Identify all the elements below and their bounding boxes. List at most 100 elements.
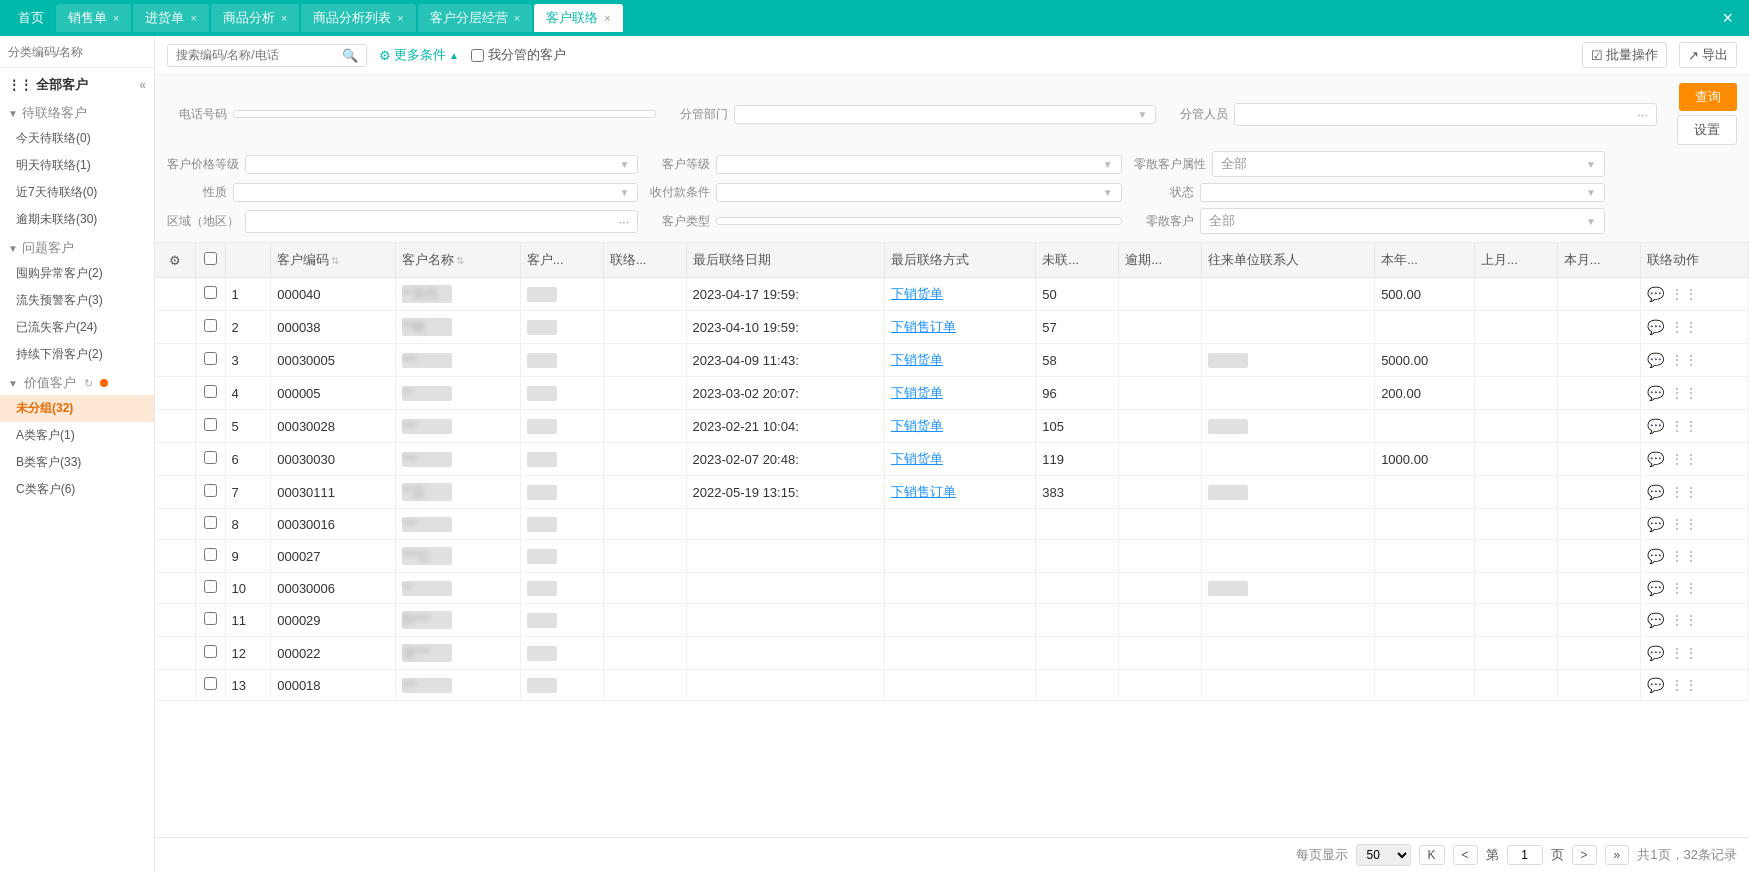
row-checkbox[interactable] <box>195 443 225 476</box>
price-level-input[interactable]: ▼ <box>245 155 638 174</box>
comment-icon[interactable]: 💬 <box>1647 451 1664 467</box>
row-checkbox[interactable] <box>195 637 225 670</box>
search-icon[interactable]: 🔍 <box>342 48 358 63</box>
row-last-method[interactable]: 下销货单 <box>884 410 1035 443</box>
gear-col-header[interactable]: ⚙ <box>155 243 195 278</box>
row-last-method[interactable]: 下销货单 <box>884 443 1035 476</box>
nav-home[interactable]: 首页 <box>8 9 54 27</box>
grid-action-icon[interactable]: ⋮⋮ <box>1670 352 1698 368</box>
row-select-checkbox[interactable] <box>204 385 217 398</box>
all-customers-header[interactable]: ⋮⋮ 全部客户 « <box>0 68 154 98</box>
comment-icon[interactable]: 💬 <box>1647 548 1664 564</box>
no-contact-col-header[interactable]: 未联... <box>1036 243 1119 278</box>
payment-input[interactable]: ▼ <box>716 183 1121 202</box>
row-last-method[interactable]: 下销货单 <box>884 377 1035 410</box>
comment-icon[interactable]: 💬 <box>1647 319 1664 335</box>
sidebar-item-7days[interactable]: 近7天待联络(0) <box>0 179 154 206</box>
row-checkbox[interactable] <box>195 410 225 443</box>
close-tab-analysis[interactable]: × <box>281 12 287 24</box>
code-col-header[interactable]: 客户编码 ⇅ <box>271 243 396 278</box>
last-month-col-header[interactable]: 上月... <box>1474 243 1557 278</box>
comment-icon[interactable]: 💬 <box>1647 418 1664 434</box>
first-page-button[interactable]: K <box>1419 845 1445 865</box>
comment-icon[interactable]: 💬 <box>1647 286 1664 302</box>
nav-tab-customer-mgr[interactable]: 客户分层经营 × <box>418 4 532 32</box>
comment-icon[interactable]: 💬 <box>1647 516 1664 532</box>
my-customers-check[interactable] <box>471 49 484 62</box>
export-button[interactable]: ↗ 导出 <box>1679 42 1737 68</box>
person-input[interactable]: ··· <box>1234 103 1657 126</box>
row-last-method[interactable]: 下销货单 <box>884 344 1035 377</box>
sidebar-collapse-icon[interactable]: « <box>139 78 146 92</box>
comment-icon[interactable]: 💬 <box>1647 352 1664 368</box>
sidebar-item-overdue[interactable]: 逾期未联络(30) <box>0 206 154 233</box>
last-date-col-header[interactable]: 最后联络日期 <box>686 243 884 278</box>
close-tab-purchase[interactable]: × <box>190 12 196 24</box>
sidebar-item-churn-warning[interactable]: 流失预警客户(3) <box>0 287 154 314</box>
checkbox-col-header[interactable] <box>195 243 225 278</box>
comment-icon[interactable]: 💬 <box>1647 677 1664 693</box>
row-select-checkbox[interactable] <box>204 516 217 529</box>
my-customers-checkbox[interactable]: 我分管的客户 <box>471 46 566 64</box>
row-select-checkbox[interactable] <box>204 418 217 431</box>
retail-customer-input[interactable]: 全部▼ <box>1200 208 1605 234</box>
grid-action-icon[interactable]: ⋮⋮ <box>1670 319 1698 335</box>
row-select-checkbox[interactable] <box>204 451 217 464</box>
close-tab-sales[interactable]: × <box>113 12 119 24</box>
page-number-input[interactable] <box>1507 845 1543 865</box>
retail-attr-input[interactable]: 全部▼ <box>1212 151 1605 177</box>
comment-icon[interactable]: 💬 <box>1647 385 1664 401</box>
more-icon2[interactable]: ··· <box>618 214 629 229</box>
row-select-checkbox[interactable] <box>204 612 217 625</box>
row-checkbox[interactable] <box>195 311 225 344</box>
refresh-icon[interactable]: ↻ <box>84 377 93 390</box>
contact-col-header[interactable]: 联络... <box>603 243 686 278</box>
grid-action-icon[interactable]: ⋮⋮ <box>1670 548 1698 564</box>
comment-icon[interactable]: 💬 <box>1647 580 1664 596</box>
customer-type-input[interactable] <box>716 217 1121 225</box>
close-tab-customer-mgr[interactable]: × <box>514 12 520 24</box>
status-input[interactable]: ▼ <box>1200 183 1605 202</box>
sidebar-item-b-class[interactable]: B类客户(33) <box>0 449 154 476</box>
row-checkbox[interactable] <box>195 509 225 540</box>
row-last-method[interactable] <box>884 604 1035 637</box>
sidebar-item-today[interactable]: 今天待联络(0) <box>0 125 154 152</box>
row-last-method[interactable] <box>884 573 1035 604</box>
contacts-col-header[interactable]: 往来单位联系人 <box>1202 243 1375 278</box>
sidebar-item-churned[interactable]: 已流失客户(24) <box>0 314 154 341</box>
grid-action-icon[interactable]: ⋮⋮ <box>1670 286 1698 302</box>
comment-icon[interactable]: 💬 <box>1647 645 1664 661</box>
this-month-col-header[interactable]: 本月... <box>1557 243 1640 278</box>
sidebar-item-tomorrow[interactable]: 明天待联络(1) <box>0 152 154 179</box>
nav-tab-sales[interactable]: 销售单 × <box>56 4 131 32</box>
select-all-checkbox[interactable] <box>204 252 217 265</box>
sidebar-item-c-class[interactable]: C类客户(6) <box>0 476 154 503</box>
row-checkbox[interactable] <box>195 278 225 311</box>
search-box[interactable]: 🔍 <box>167 44 367 67</box>
grid-action-icon[interactable]: ⋮⋮ <box>1670 677 1698 693</box>
search-input[interactable] <box>176 48 338 62</box>
nature-input[interactable]: ▼ <box>233 183 638 202</box>
type-col-header[interactable]: 客户... <box>520 243 603 278</box>
comment-icon[interactable]: 💬 <box>1647 484 1664 500</box>
next-page-button[interactable]: > <box>1572 845 1597 865</box>
window-close-button[interactable]: × <box>1714 8 1741 29</box>
row-last-method[interactable] <box>884 637 1035 670</box>
nav-tab-analysis[interactable]: 商品分析 × <box>211 4 299 32</box>
batch-ops-button[interactable]: ☑ 批量操作 <box>1582 42 1667 68</box>
grid-action-icon[interactable]: ⋮⋮ <box>1670 418 1698 434</box>
last-page-button[interactable]: » <box>1605 845 1630 865</box>
phone-input[interactable] <box>233 110 656 118</box>
sidebar-item-ungrouped[interactable]: 未分组(32) <box>0 395 154 422</box>
row-checkbox[interactable] <box>195 604 225 637</box>
group-problem-customers[interactable]: ▼ 问题客户 <box>0 233 154 260</box>
reset-button[interactable]: 设置 <box>1677 115 1737 145</box>
nav-tab-purchase[interactable]: 进货单 × <box>133 4 208 32</box>
row-last-method[interactable]: 下销货单 <box>884 278 1035 311</box>
grid-action-icon[interactable]: ⋮⋮ <box>1670 451 1698 467</box>
comment-icon[interactable]: 💬 <box>1647 612 1664 628</box>
row-checkbox[interactable] <box>195 670 225 701</box>
group-value-customers[interactable]: ▼ 价值客户 ↻ <box>0 368 154 395</box>
row-last-method[interactable]: 下销售订单 <box>884 476 1035 509</box>
row-checkbox[interactable] <box>195 377 225 410</box>
